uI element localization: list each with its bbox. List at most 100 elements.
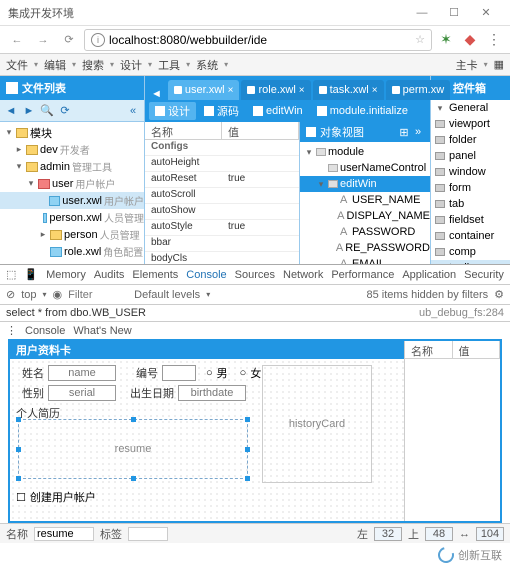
obj-node[interactable]: ADISPLAY_NAME — [300, 208, 430, 224]
prop-row[interactable]: bodyCls — [145, 252, 299, 264]
tab-user[interactable]: user.xwl× — [168, 80, 240, 100]
tree-node[interactable]: ▸person 人员管理 — [0, 226, 144, 243]
status-left[interactable]: 32 — [374, 527, 402, 541]
tree-search-icon[interactable]: 🔍 — [40, 104, 54, 118]
menu-design[interactable]: 设计 — [118, 57, 144, 73]
obj-node[interactable]: AUSER_NAME — [300, 192, 430, 208]
devtools-device-icon[interactable]: 📱 — [24, 268, 38, 281]
field-sex[interactable]: serial — [48, 385, 116, 401]
menu-system[interactable]: 系统 — [194, 57, 220, 73]
close-icon[interactable]: × — [299, 85, 305, 96]
ext2-icon[interactable]: ◆ — [460, 31, 480, 48]
tab-perm[interactable]: perm.xw — [386, 80, 451, 100]
dt-tab-console[interactable]: Console — [186, 269, 226, 281]
widget-item[interactable]: form — [431, 180, 510, 196]
tab-role[interactable]: role.xwl× — [241, 80, 310, 100]
tree-prev-icon[interactable]: ◄ — [4, 104, 18, 118]
close-icon[interactable]: × — [228, 85, 234, 96]
collapse-right-icon[interactable]: » — [412, 126, 424, 139]
tree-collapse-icon[interactable]: « — [126, 104, 140, 118]
radio-female[interactable]: ○ — [240, 367, 247, 379]
menu-search[interactable]: 搜索 — [80, 57, 106, 73]
subtab-design[interactable]: 设计 — [149, 102, 196, 120]
tree-node[interactable]: person.xwl 人员管理 — [0, 209, 144, 226]
obj-node[interactable]: userNameControl — [300, 160, 430, 176]
dt-drawer-tab[interactable]: What's New — [73, 325, 131, 337]
obj-node[interactable]: AEMAIL — [300, 256, 430, 264]
prop-row[interactable]: autoStyletrue — [145, 220, 299, 236]
menu-icon[interactable]: ⋮ — [484, 31, 504, 48]
tool-icon[interactable]: ▦ — [492, 58, 506, 71]
status-name-input[interactable] — [34, 527, 94, 541]
link-icon[interactable]: ↔ — [459, 528, 470, 540]
dt-context[interactable]: top — [21, 289, 36, 301]
widget-item-selected[interactable]: toolbar — [431, 260, 510, 264]
designer-props[interactable]: 名称值 — [404, 341, 500, 521]
reload-button[interactable]: ⟳ — [58, 29, 80, 51]
obj-node[interactable]: APASSWORD — [300, 224, 430, 240]
subtab-source[interactable]: 源码 — [198, 102, 245, 120]
field-name[interactable]: name — [48, 365, 116, 381]
prop-row[interactable]: autoScroll — [145, 188, 299, 204]
radio-male[interactable]: ○ — [206, 367, 213, 379]
widget-item[interactable]: fieldset — [431, 212, 510, 228]
subtab-init[interactable]: module.initialize — [311, 102, 414, 120]
obj-node[interactable]: ARE_PASSWORD — [300, 240, 430, 256]
dt-tab[interactable]: Network — [283, 269, 323, 281]
back-button[interactable]: ← — [6, 29, 28, 51]
address-bar[interactable]: i ☆ — [84, 29, 432, 51]
menu-file[interactable]: 文件 — [4, 57, 30, 73]
prop-row[interactable]: autoHeight — [145, 156, 299, 172]
widget-group[interactable]: ▾General — [431, 100, 510, 116]
dt-tab[interactable]: Sources — [235, 269, 275, 281]
url-input[interactable] — [109, 33, 411, 47]
field-birth[interactable]: birthdate — [178, 385, 246, 401]
dt-tab[interactable]: Performance — [331, 269, 394, 281]
dt-tab[interactable]: Audits — [94, 269, 125, 281]
forward-button[interactable]: → — [32, 29, 54, 51]
subtab-editwin[interactable]: editWin — [247, 102, 309, 120]
dt-clear-icon[interactable]: ⊘ — [6, 288, 15, 301]
tab-prev-icon[interactable]: ◄ — [151, 88, 162, 100]
prop-row[interactable]: bbar — [145, 236, 299, 252]
history-card[interactable]: historyCard — [262, 365, 372, 483]
widget-list[interactable]: ▾General viewport folder panel window fo… — [431, 100, 510, 264]
close-icon[interactable]: × — [372, 85, 378, 96]
dt-tab[interactable]: Application — [402, 269, 456, 281]
close-button[interactable]: ✕ — [470, 0, 502, 26]
prop-row[interactable]: autoShow — [145, 204, 299, 220]
tree-node[interactable]: ▸role 角色配置 — [0, 260, 144, 264]
widget-item[interactable]: panel — [431, 148, 510, 164]
dt-tab[interactable]: Security — [464, 269, 504, 281]
devtools-inspect-icon[interactable]: ⬚ — [6, 268, 16, 281]
menu-main[interactable]: 主卡 — [454, 57, 480, 73]
menu-tool[interactable]: 工具 — [156, 57, 182, 73]
property-grid[interactable]: 名称值 Configs autoHeight autoResettrue aut… — [145, 122, 300, 264]
expand-icon[interactable]: ⊞ — [398, 126, 410, 139]
menu-edit[interactable]: 编辑 — [42, 57, 68, 73]
obj-node-selected[interactable]: ▾editWin — [300, 176, 430, 192]
dt-tab[interactable]: Elements — [132, 269, 178, 281]
minimize-button[interactable]: — — [406, 0, 438, 26]
maximize-button[interactable]: ☐ — [438, 0, 470, 26]
dt-eye-icon[interactable]: ◉ — [53, 288, 63, 301]
status-width[interactable]: 104 — [476, 527, 504, 541]
console-location[interactable]: ub_debug_fs:284 — [419, 307, 504, 319]
widget-item[interactable]: comp — [431, 244, 510, 260]
checkbox-create[interactable]: ☐ — [16, 491, 26, 504]
widget-item[interactable]: tab — [431, 196, 510, 212]
tree-refresh-icon[interactable]: ⟳ — [58, 104, 72, 118]
dt-tab[interactable]: Memory — [46, 269, 86, 281]
widget-item[interactable]: window — [431, 164, 510, 180]
file-tree[interactable]: ▾模块 ▸dev 开发者 ▾admin 管理工具 ▾user 用户帐户 user… — [0, 122, 144, 264]
object-tree[interactable]: ▾module userNameControl ▾editWin AUSER_N… — [300, 142, 430, 264]
tree-node[interactable]: role.xwl 角色配置 — [0, 243, 144, 260]
dt-drawer-more-icon[interactable]: ⋮ — [6, 324, 17, 337]
dt-drawer-tab[interactable]: Console — [25, 325, 65, 337]
widget-item[interactable]: viewport — [431, 116, 510, 132]
dt-levels[interactable]: Default levels — [134, 289, 200, 301]
tree-node-selected[interactable]: user.xwl 用户帐户 — [0, 192, 144, 209]
gear-icon[interactable]: ⚙ — [494, 288, 504, 301]
prop-row[interactable]: autoResettrue — [145, 172, 299, 188]
widget-item[interactable]: container — [431, 228, 510, 244]
